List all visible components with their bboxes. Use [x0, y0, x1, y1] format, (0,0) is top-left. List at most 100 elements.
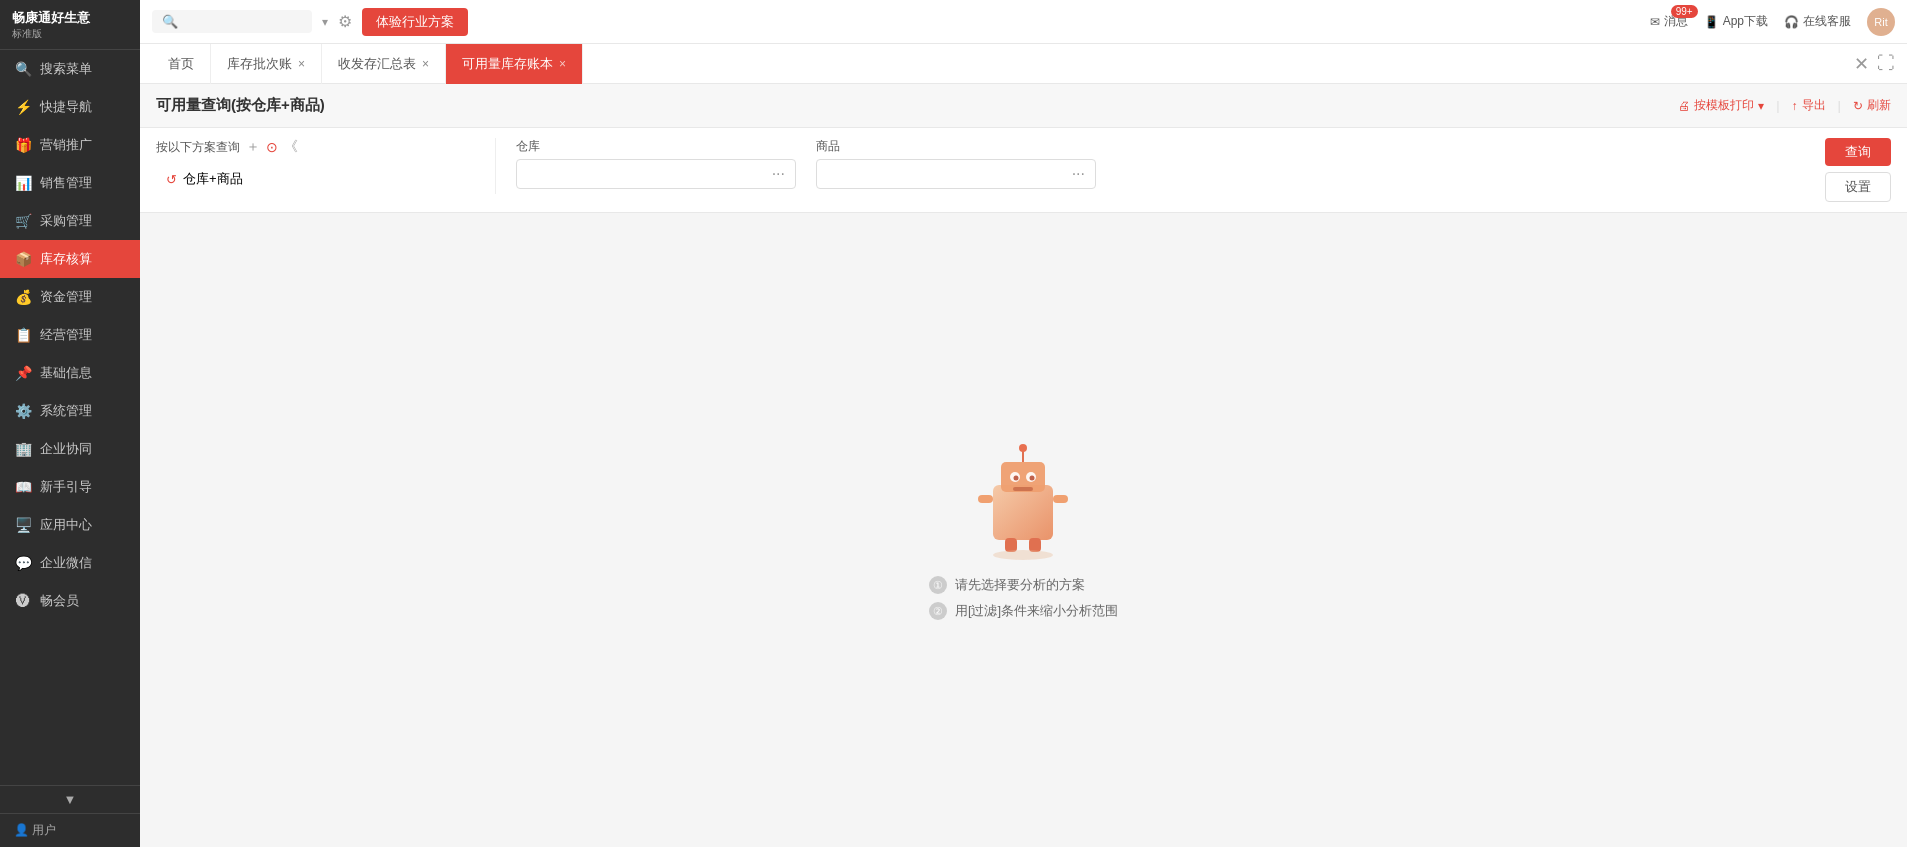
sidebar-icon-basic-info: 📌: [14, 364, 32, 382]
message-badge: 99+: [1671, 5, 1698, 18]
gear-icon[interactable]: ⚙: [338, 12, 352, 31]
search-input[interactable]: [184, 15, 284, 29]
tab-home[interactable]: 首页: [152, 44, 211, 84]
tab-receive-summary[interactable]: 收发存汇总表 ×: [322, 44, 446, 84]
sidebar-label-shortcut: 快捷导航: [40, 98, 92, 116]
sidebar-icon-inventory: 📦: [14, 250, 32, 268]
sidebar-item-inventory[interactable]: 📦 库存核算: [0, 240, 140, 278]
sidebar-item-enterprise[interactable]: 🏢 企业协同: [0, 430, 140, 468]
tab-batch-account[interactable]: 库存批次账 ×: [211, 44, 322, 84]
tab-available-ledger-close[interactable]: ×: [559, 57, 566, 71]
sidebar-label-sales: 销售管理: [40, 174, 92, 192]
sidebar-icon-finance: 💰: [14, 288, 32, 306]
sidebar: 畅康通好生意 标准版 🔍 搜索菜单 ⚡ 快捷导航 🎁 营销推广 📊 销售管理 🛒…: [0, 0, 140, 847]
export-icon: ↑: [1792, 99, 1798, 113]
page-title: 可用量查询(按仓库+商品): [156, 96, 1678, 115]
svg-rect-6: [1013, 487, 1033, 491]
add-scheme-icon[interactable]: ＋: [246, 138, 260, 156]
dropdown-chevron-icon[interactable]: ▾: [322, 15, 328, 29]
goods-dots-icon[interactable]: ···: [1072, 165, 1085, 183]
message-action[interactable]: ✉ 消息 99+: [1650, 13, 1688, 30]
scheme-label: 仓库+商品: [183, 170, 243, 188]
sidebar-item-search[interactable]: 🔍 搜索菜单: [0, 50, 140, 88]
sidebar-item-marketing-promo[interactable]: 🎁 营销推广: [0, 126, 140, 164]
svg-rect-0: [993, 485, 1053, 540]
sidebar-icon-app-center: 🖥️: [14, 516, 32, 534]
sidebar-item-vip[interactable]: 🅥 畅会员: [0, 582, 140, 620]
query-btn[interactable]: 查询: [1825, 138, 1891, 166]
sidebar-item-system[interactable]: ⚙️ 系统管理: [0, 392, 140, 430]
warehouse-input[interactable]: ···: [516, 159, 796, 189]
refresh-icon: ↻: [1853, 99, 1863, 113]
phone-icon: 📱: [1704, 15, 1719, 29]
sidebar-item-purchase[interactable]: 🛒 采购管理: [0, 202, 140, 240]
scheme-icon: ↺: [166, 172, 177, 187]
goods-input[interactable]: ···: [816, 159, 1096, 189]
empty-state: ① 请先选择要分析的方案 ② 用[过滤]条件来缩小分析范围: [929, 440, 1118, 620]
page-actions: 🖨 按模板打印 ▾ | ↑ 导出 | ↻ 刷新: [1678, 97, 1891, 114]
sidebar-label-basic-info: 基础信息: [40, 364, 92, 382]
app-download-action[interactable]: 📱 App下载: [1704, 13, 1768, 30]
sidebar-label-search: 搜索菜单: [40, 60, 92, 78]
sidebar-label-app-center: 应用中心: [40, 516, 92, 534]
tab-panel-expand-icon[interactable]: ⛶: [1877, 53, 1895, 74]
warehouse-filter-field: 仓库 ···: [516, 138, 796, 189]
goods-filter-field: 商品 ···: [816, 138, 1096, 189]
sidebar-label-wechat: 企业微信: [40, 554, 92, 572]
sidebar-item-finance[interactable]: 💰 资金管理: [0, 278, 140, 316]
scheme-settings-icon[interactable]: ⊙: [266, 139, 278, 155]
tab-batch-account-close[interactable]: ×: [298, 57, 305, 71]
action-sep-1: |: [1776, 98, 1779, 113]
sidebar-scroll-down[interactable]: ▼: [0, 785, 140, 813]
settings-btn[interactable]: 设置: [1825, 172, 1891, 202]
sidebar-label-newbie: 新手引导: [40, 478, 92, 496]
sidebar-icon-sales: 📊: [14, 174, 32, 192]
sidebar-item-operations[interactable]: 📋 经营管理: [0, 316, 140, 354]
print-btn[interactable]: 🖨 按模板打印 ▾: [1678, 97, 1764, 114]
sidebar-label-enterprise: 企业协同: [40, 440, 92, 458]
sidebar-header: 畅康通好生意 标准版: [0, 0, 140, 50]
sidebar-item-app-center[interactable]: 🖥️ 应用中心: [0, 506, 140, 544]
empty-tip-1: ① 请先选择要分析的方案: [929, 576, 1118, 594]
topbar: 🔍 ▾ ⚙ 体验行业方案 ✉ 消息 99+ 📱 App下载 🎧 在线客服 Rit: [140, 0, 1907, 44]
topbar-actions: ✉ 消息 99+ 📱 App下载 🎧 在线客服 Rit: [1650, 8, 1895, 36]
filter-label-text: 按以下方案查询: [156, 139, 240, 156]
main-area: 🔍 ▾ ⚙ 体验行业方案 ✉ 消息 99+ 📱 App下载 🎧 在线客服 Rit: [140, 0, 1907, 847]
svg-point-4: [1014, 476, 1019, 481]
tab-batch-account-label: 库存批次账: [227, 55, 292, 73]
tab-available-ledger[interactable]: 可用量库存账本 ×: [446, 44, 583, 84]
goods-label: 商品: [816, 138, 1096, 155]
online-service-action[interactable]: 🎧 在线客服: [1784, 13, 1851, 30]
avatar[interactable]: Rit: [1867, 8, 1895, 36]
sidebar-item-basic-info[interactable]: 📌 基础信息: [0, 354, 140, 392]
filter-scheme-item[interactable]: ↺ 仓库+商品: [156, 164, 485, 194]
sidebar-icon-purchase: 🛒: [14, 212, 32, 230]
sidebar-icon-enterprise: 🏢: [14, 440, 32, 458]
sidebar-bottom[interactable]: 👤 用户: [0, 813, 140, 847]
sidebar-label-operations: 经营管理: [40, 326, 92, 344]
refresh-btn[interactable]: ↻ 刷新: [1853, 97, 1891, 114]
sidebar-item-newbie[interactable]: 📖 新手引导: [0, 468, 140, 506]
svg-point-13: [993, 550, 1053, 560]
tab-panel-close-icon[interactable]: ✕: [1854, 53, 1869, 75]
scheme-collapse-icon[interactable]: 《: [284, 138, 298, 156]
print-dropdown-icon: ▾: [1758, 99, 1764, 113]
filter-section-label: 按以下方案查询 ＋ ⊙ 《: [156, 138, 485, 156]
tab-receive-summary-label: 收发存汇总表: [338, 55, 416, 73]
sidebar-icon-system: ⚙️: [14, 402, 32, 420]
tip-num-1: ①: [929, 576, 947, 594]
export-btn[interactable]: ↑ 导出: [1792, 97, 1826, 114]
sidebar-item-sales[interactable]: 📊 销售管理: [0, 164, 140, 202]
sidebar-item-shortcut[interactable]: ⚡ 快捷导航: [0, 88, 140, 126]
tip-num-2: ②: [929, 602, 947, 620]
tab-receive-summary-close[interactable]: ×: [422, 57, 429, 71]
headset-icon: 🎧: [1784, 15, 1799, 29]
warehouse-label: 仓库: [516, 138, 796, 155]
trial-btn[interactable]: 体验行业方案: [362, 8, 468, 36]
warehouse-dots-icon[interactable]: ···: [772, 165, 785, 183]
sidebar-item-wechat[interactable]: 💬 企业微信: [0, 544, 140, 582]
sidebar-icon-wechat: 💬: [14, 554, 32, 572]
topbar-search-box[interactable]: 🔍: [152, 10, 312, 33]
search-icon: 🔍: [162, 14, 178, 29]
sidebar-label-finance: 资金管理: [40, 288, 92, 306]
